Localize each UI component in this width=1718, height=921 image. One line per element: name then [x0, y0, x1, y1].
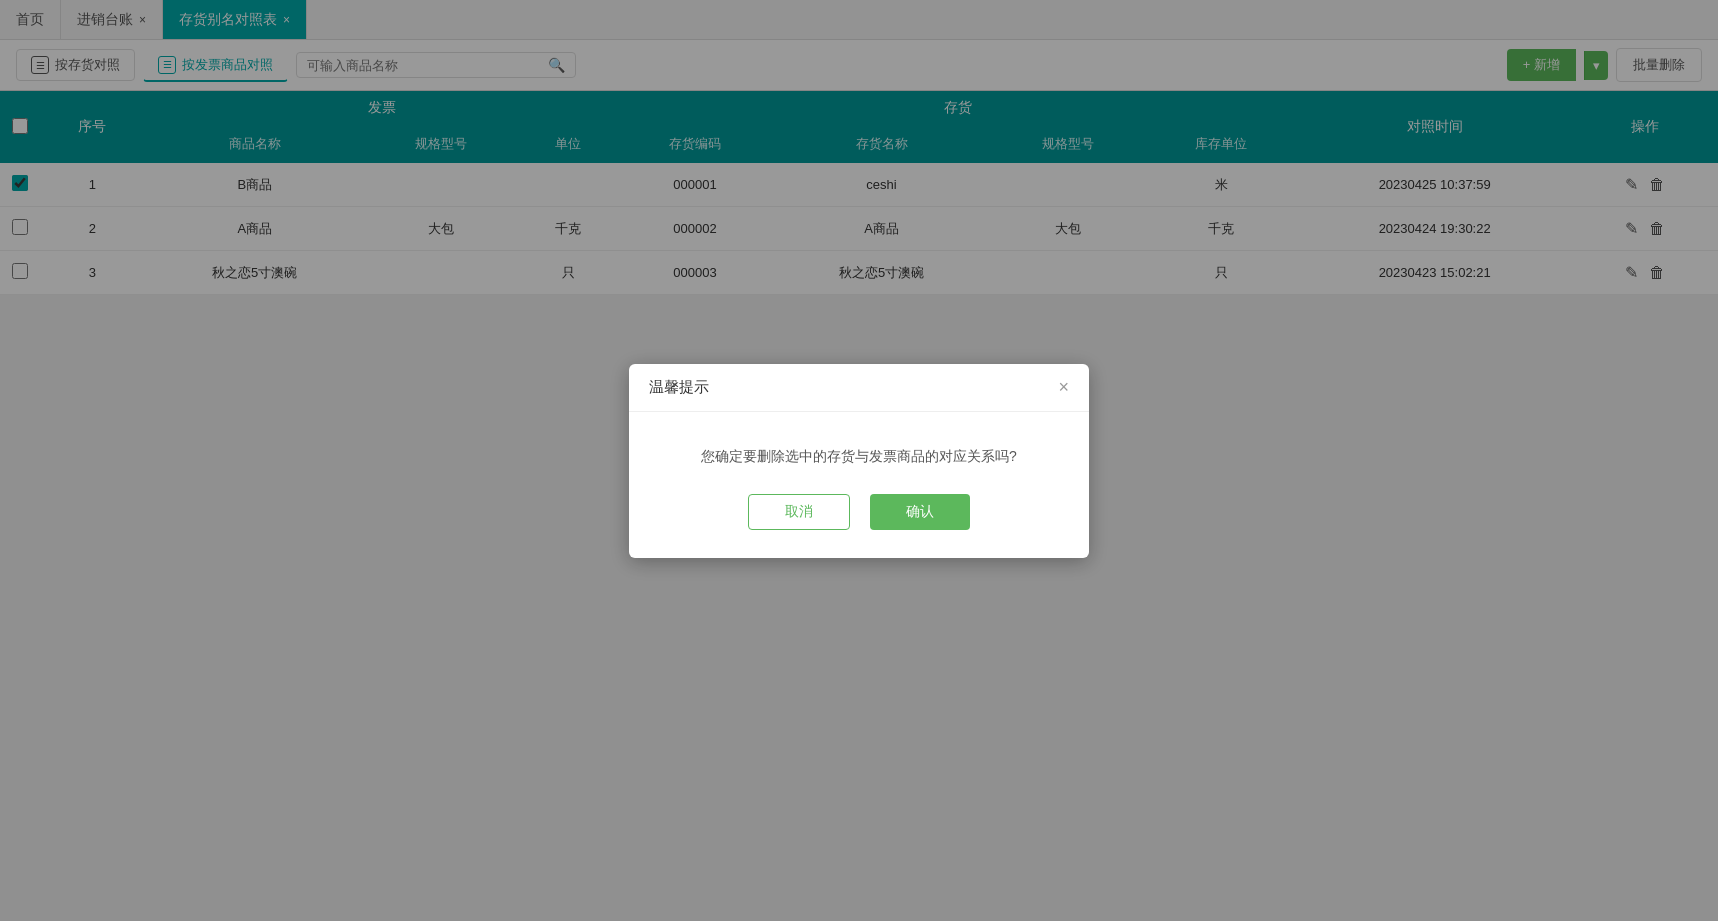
modal-overlay: 温馨提示 × 您确定要删除选中的存货与发票商品的对应关系吗? 取消 确认	[0, 0, 1718, 295]
